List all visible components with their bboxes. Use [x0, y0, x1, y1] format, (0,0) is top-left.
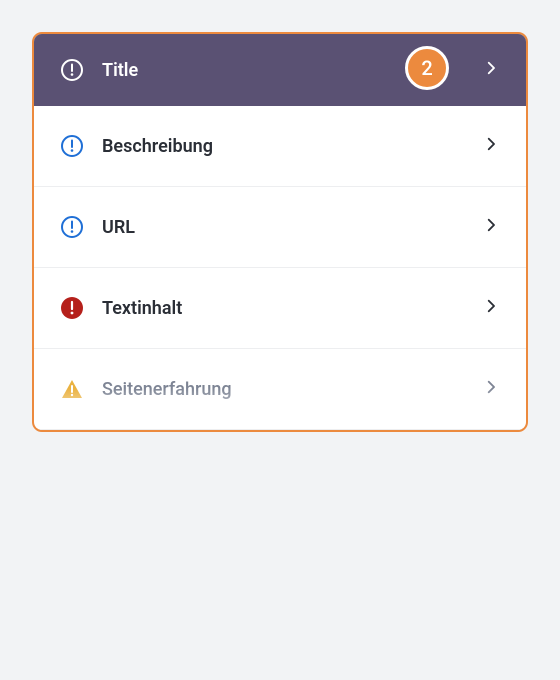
row-title[interactable]: Title [34, 34, 526, 106]
row-label: Beschreibung [102, 136, 482, 157]
audit-card: 2 Title Beschreibung [32, 32, 528, 432]
alert-circle-icon [60, 134, 84, 158]
chevron-right-icon [482, 297, 500, 319]
count-badge-value: 2 [421, 56, 432, 80]
count-badge: 2 [405, 46, 449, 90]
chevron-right-icon [482, 378, 500, 400]
row-beschreibung[interactable]: Beschreibung [34, 106, 526, 187]
alert-circle-icon [60, 58, 84, 82]
alert-circle-filled-icon [60, 296, 84, 320]
chevron-right-icon [482, 135, 500, 157]
row-textinhalt[interactable]: Textinhalt [34, 268, 526, 349]
alert-triangle-icon [60, 377, 84, 401]
row-url[interactable]: URL [34, 187, 526, 268]
row-label: Textinhalt [102, 298, 482, 319]
row-label: URL [102, 217, 482, 238]
row-label: Seitenerfahrung [102, 379, 482, 400]
row-seitenerfahrung[interactable]: Seitenerfahrung [34, 349, 526, 430]
chevron-right-icon [482, 216, 500, 238]
chevron-right-icon [482, 59, 500, 81]
alert-circle-icon [60, 215, 84, 239]
